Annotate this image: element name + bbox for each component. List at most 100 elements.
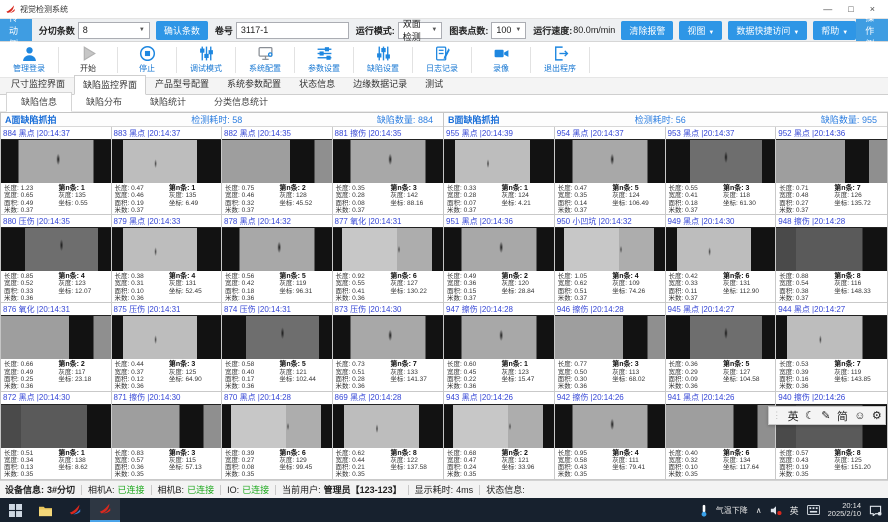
- operator-side-button[interactable]: 操作侧: [856, 19, 888, 41]
- ime-item-3[interactable]: 简: [837, 408, 848, 424]
- tab-edge-data-record[interactable]: 边缘数据记录: [344, 74, 416, 94]
- defect-cell[interactable]: 946 擦伤 |20:14:28长度: 0.77宽度: 0.50面积: 0.30…: [555, 303, 666, 391]
- drive-side-button[interactable]: 传动侧: [0, 19, 32, 41]
- defect-cell[interactable]: 953 黑点 |20:14:37长度: 0.55宽度: 0.41面积: 0.18…: [666, 127, 777, 215]
- subtab-defect-distribution[interactable]: 缺陷分布: [72, 93, 136, 111]
- admin-login-button[interactable]: 管理登录: [2, 44, 56, 75]
- defect-cell[interactable]: 874 压伤 |20:14:31长度: 0.58宽度: 0.40面积: 0.17…: [222, 303, 333, 391]
- defect-cell[interactable]: 880 压伤 |20:14:35长度: 0.85宽度: 0.52面积: 0.33…: [1, 215, 112, 303]
- view-menu-button[interactable]: 视图▼: [679, 21, 722, 40]
- defect-image: [666, 139, 776, 183]
- defect-detail: 长度: 0.71宽度: 0.48面积: 0.27米数: 0.37第n条: 7灰度…: [776, 183, 887, 214]
- subtab-class-info-stats[interactable]: 分类信息统计: [200, 93, 282, 111]
- defect-cell[interactable]: 949 黑点 |20:14:30长度: 0.42宽度: 0.33面积: 0.11…: [666, 215, 777, 303]
- confirm-strips-button[interactable]: 确认条数: [156, 21, 208, 40]
- drag-handle-icon[interactable]: ⋮: [772, 410, 781, 421]
- defect-detail: 长度: 0.36宽度: 0.29面积: 0.09米数: 0.36第n条: 5灰度…: [666, 359, 776, 390]
- defect-cell-label: 951 黑点 |20:14:36: [444, 215, 554, 227]
- defect-cell[interactable]: 950 小凹坑 |20:14:32长度: 1.05宽度: 0.62面积: 0.5…: [555, 215, 666, 303]
- defect-cell[interactable]: 876 氧化 |20:14:31长度: 0.66宽度: 0.49面积: 0.25…: [1, 303, 112, 391]
- chart-points-select[interactable]: 100▼: [491, 22, 526, 39]
- subtab-defect-info[interactable]: 缺陷信息: [6, 92, 72, 112]
- ime-item-4[interactable]: ☺: [854, 410, 865, 422]
- start-button[interactable]: 开始: [61, 44, 115, 75]
- defect-cell[interactable]: 941 黑点 |20:14:26长度: 0.40宽度: 0.32面积: 0.10…: [666, 392, 777, 480]
- taskbar-app-button[interactable]: [60, 498, 90, 522]
- defect-cell[interactable]: 951 黑点 |20:14:36长度: 0.49宽度: 0.36面积: 0.15…: [444, 215, 555, 303]
- defect-cell[interactable]: 878 黑点 |20:14:32长度: 0.56宽度: 0.42面积: 0.18…: [222, 215, 333, 303]
- ime-item-2[interactable]: ✎: [821, 409, 830, 422]
- run-mode-select[interactable]: 双面检测▼: [398, 22, 443, 39]
- tray-expand-chevron[interactable]: ∧: [756, 506, 762, 515]
- tab-system-param-config[interactable]: 系统参数配置: [218, 74, 290, 94]
- defect-cell[interactable]: 872 黑点 |20:14:30长度: 0.51宽度: 0.34面积: 0.13…: [1, 392, 112, 480]
- defect-cell[interactable]: 884 黑点 |20:14:37长度: 1.23宽度: 0.65面积: 0.49…: [1, 127, 112, 215]
- camera-b-status: 已连接: [187, 483, 214, 496]
- defect-cell[interactable]: 955 黑点 |20:14:39长度: 0.33宽度: 0.28面积: 0.07…: [444, 127, 555, 215]
- defect-cell[interactable]: 945 黑点 |20:14:27长度: 0.36宽度: 0.29面积: 0.09…: [666, 303, 777, 391]
- defect-cell[interactable]: 948 擦伤 |20:14:28长度: 0.88宽度: 0.54面积: 0.38…: [776, 215, 887, 303]
- data-access-menu-button[interactable]: 数据快捷访问▼: [728, 21, 807, 40]
- defect-cell[interactable]: 877 氧化 |20:14:31长度: 0.92宽度: 0.55面积: 0.41…: [333, 215, 444, 303]
- tab-test[interactable]: 测试: [416, 74, 452, 94]
- weather-text[interactable]: 气温下降: [716, 505, 748, 516]
- defect-image: [333, 404, 444, 448]
- defect-cell[interactable]: 882 黑点 |20:14:35长度: 0.75宽度: 0.46面积: 0.32…: [222, 127, 333, 215]
- defect-cell[interactable]: 869 黑点 |20:14:28长度: 0.62宽度: 0.44面积: 0.21…: [333, 392, 444, 480]
- tab-status-info[interactable]: 状态信息: [290, 74, 344, 94]
- defect-settings-button[interactable]: 缺陷设置: [356, 44, 410, 75]
- defect-cell[interactable]: 870 黑点 |20:14:28长度: 0.39宽度: 0.27面积: 0.08…: [222, 392, 333, 480]
- defect-cell[interactable]: 952 黑点 |20:14:36长度: 0.71宽度: 0.48面积: 0.27…: [776, 127, 887, 215]
- keyboard-icon[interactable]: [807, 505, 820, 515]
- defect-cell[interactable]: 954 黑点 |20:14:37长度: 0.47宽度: 0.35面积: 0.14…: [555, 127, 666, 215]
- input-language-indicator[interactable]: 英: [790, 504, 799, 517]
- roll-number-input[interactable]: 3117-1: [236, 22, 349, 39]
- maximize-button[interactable]: □: [848, 4, 853, 14]
- defect-cell[interactable]: 879 黑点 |20:14:33长度: 0.38宽度: 0.31面积: 0.10…: [112, 215, 223, 303]
- taskbar-active-app-button[interactable]: [90, 498, 120, 522]
- defect-cell[interactable]: 942 擦伤 |20:14:26长度: 0.95宽度: 0.58面积: 0.43…: [555, 392, 666, 480]
- defect-cell[interactable]: 947 擦伤 |20:14:28长度: 0.60宽度: 0.45面积: 0.22…: [444, 303, 555, 391]
- ime-item-5[interactable]: ⚙: [872, 409, 882, 422]
- defect-cell[interactable]: 943 黑点 |20:14:26长度: 0.68宽度: 0.47面积: 0.24…: [444, 392, 555, 480]
- defect-cell[interactable]: 944 黑点 |20:14:27长度: 0.53宽度: 0.39面积: 0.16…: [776, 303, 887, 391]
- start-menu-button[interactable]: [0, 498, 30, 522]
- taskbar-date: 2025/2/10: [828, 510, 861, 519]
- strip-count-select[interactable]: 8▼: [78, 22, 150, 39]
- current-user-value: 管理员【123-123】: [324, 483, 402, 496]
- clear-alarm-button[interactable]: 清除报警: [621, 21, 673, 40]
- ime-item-0[interactable]: 英: [788, 408, 799, 424]
- defect-detail: 长度: 0.42宽度: 0.33面积: 0.11米数: 0.37第n条: 6灰度…: [666, 271, 776, 302]
- stop-button[interactable]: 停止: [120, 44, 174, 75]
- record-video-button[interactable]: 录像: [474, 44, 528, 75]
- defect-cell[interactable]: 875 压伤 |20:14:31长度: 0.44宽度: 0.37面积: 0.12…: [112, 303, 223, 391]
- ime-item-1[interactable]: ☾: [805, 409, 815, 422]
- debug-mode-button[interactable]: 调试模式: [179, 44, 233, 75]
- defect-cell[interactable]: 873 压伤 |20:14:30长度: 0.73宽度: 0.51面积: 0.28…: [333, 303, 444, 391]
- subtab-defect-stats[interactable]: 缺陷统计: [136, 93, 200, 111]
- system-config-button[interactable]: 系统配置: [238, 44, 292, 75]
- minimize-button[interactable]: —: [823, 4, 832, 14]
- taskbar-clock[interactable]: 20:14 2025/2/10: [828, 502, 861, 519]
- defect-image: [666, 404, 776, 448]
- defect-detail: 长度: 0.92宽度: 0.55面积: 0.41米数: 0.36第n条: 6灰度…: [333, 271, 444, 302]
- defect-cell[interactable]: 940 擦伤 |20:14:26长度: 0.57宽度: 0.43面积: 0.19…: [776, 392, 887, 480]
- log-record-button[interactable]: 日志记录: [415, 44, 469, 75]
- exit-program-button[interactable]: 退出程序: [533, 44, 587, 75]
- log-book-icon: [434, 45, 451, 62]
- exit-door-icon: [552, 45, 569, 62]
- parameter-settings-button[interactable]: 参数设置: [297, 44, 351, 75]
- defect-cell[interactable]: 871 擦伤 |20:14:30长度: 0.83宽度: 0.57面积: 0.36…: [112, 392, 223, 480]
- ime-toolbar[interactable]: ⋮ 英 ☾ ✎ 简 ☺ ⚙: [768, 406, 886, 425]
- defect-cell-label: 946 擦伤 |20:14:28: [555, 303, 665, 315]
- file-explorer-button[interactable]: [30, 498, 60, 522]
- defect-cell[interactable]: 881 擦伤 |20:14:35长度: 0.35宽度: 0.28面积: 0.08…: [333, 127, 444, 215]
- tab-defect-monitor[interactable]: 缺陷监控界面: [74, 75, 146, 95]
- notification-center-icon[interactable]: [869, 504, 882, 516]
- defect-cell[interactable]: 883 黑点 |20:14:37长度: 0.47宽度: 0.46面积: 0.19…: [112, 127, 223, 215]
- help-menu-button[interactable]: 帮助▼: [813, 21, 856, 40]
- speaker-icon[interactable]: [770, 505, 782, 516]
- tab-product-model-config[interactable]: 产品型号配置: [146, 74, 218, 94]
- defect-cell-label: 883 黑点 |20:14:37: [112, 127, 222, 139]
- tab-size-monitor[interactable]: 尺寸监控界面: [2, 74, 74, 94]
